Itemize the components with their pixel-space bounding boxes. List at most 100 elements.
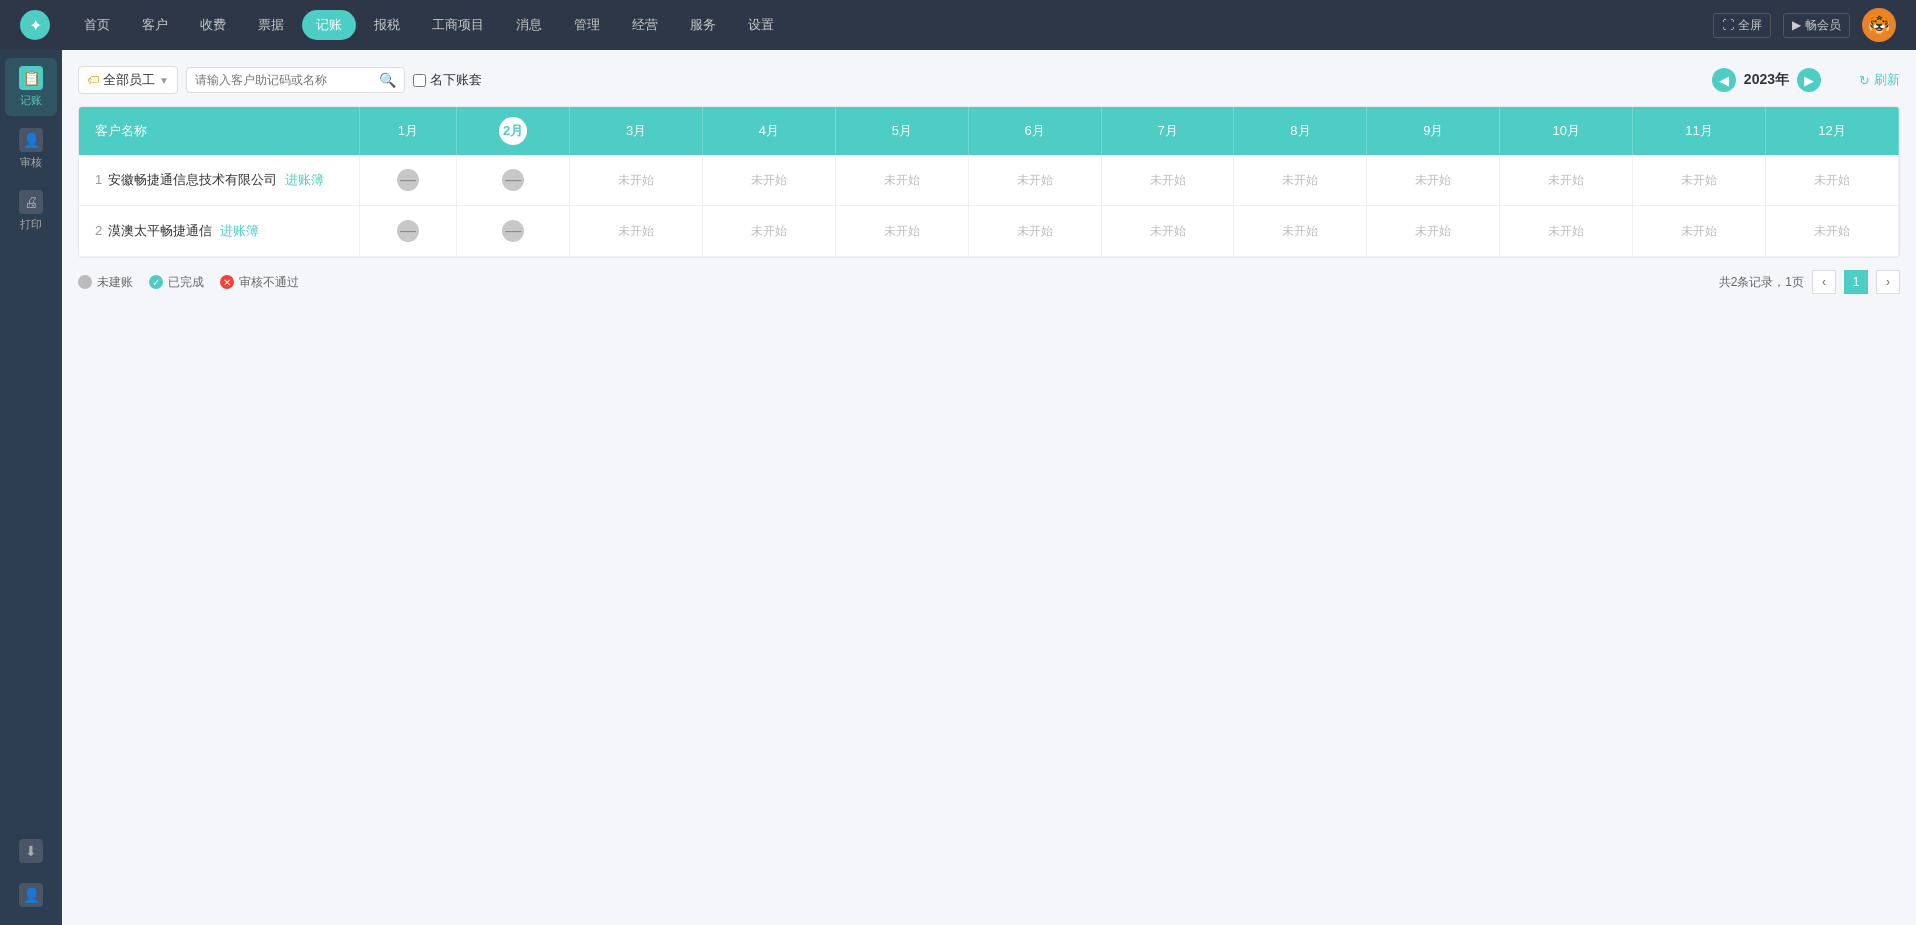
month-dot-icon: — (397, 220, 419, 242)
search-input[interactable] (195, 73, 375, 87)
nav-service[interactable]: 服务 (676, 10, 730, 40)
customer-cell: 2漠澳太平畅捷通信进账簿 (79, 206, 359, 257)
rejected-dot: ✕ (220, 275, 234, 289)
table-scroll[interactable]: 客户名称 1月 2月 3月 4月 5月 6月 7月 8月 9月 (79, 107, 1899, 257)
month-cell-12: 未开始 (1765, 206, 1898, 257)
member-button[interactable]: ▶ 畅会员 (1783, 13, 1850, 38)
refresh-button[interactable]: ↻ 刷新 (1859, 71, 1900, 89)
fullscreen-button[interactable]: ⛶ 全屏 (1713, 13, 1771, 38)
col-customer: 客户名称 (79, 107, 359, 155)
nav-home[interactable]: 首页 (70, 10, 124, 40)
month-cell-5: 未开始 (835, 206, 968, 257)
month-cell-9: 未开始 (1367, 206, 1500, 257)
left-sidebar: 📋 记账 👤 审核 🖨 打印 ⬇ 👤 (0, 50, 62, 925)
search-button[interactable]: 🔍 (379, 72, 396, 88)
data-table-container: 客户名称 1月 2月 3月 4月 5月 6月 7月 8月 9月 (78, 106, 1900, 258)
status-rejected: ✕ 审核不通过 (220, 274, 299, 291)
month-cell-11: 未开始 (1633, 155, 1766, 206)
sidebar-item-accounting[interactable]: 📋 记账 (5, 58, 57, 116)
not-started-text: 未开始 (618, 173, 654, 187)
nav-manage[interactable]: 管理 (560, 10, 614, 40)
top-navigation: ✦ 首页 客户 收费 票据 记账 报税 工商项目 消息 管理 经营 服务 设置 … (0, 0, 1916, 50)
row-number: 2 (95, 223, 102, 238)
page-1-button[interactable]: 1 (1844, 270, 1868, 294)
month-cell-3: 未开始 (570, 155, 703, 206)
sidebar-item-audit[interactable]: 👤 审核 (5, 120, 57, 178)
nav-billing[interactable]: 收费 (186, 10, 240, 40)
not-started-text: 未开始 (1681, 224, 1717, 238)
tag-icon: 🏷 (87, 73, 99, 87)
table-row: 1安徽畅捷通信息技术有限公司进账簿 — — 未开始 未开始 未开始 未开始 未开始 未开始 未开始… (79, 155, 1899, 206)
employee-select[interactable]: 🏷 全部员工 ▼ (78, 66, 178, 94)
header-row: 客户名称 1月 2月 3月 4月 5月 6月 7月 8月 9月 (79, 107, 1899, 155)
app-logo: ✦ (10, 10, 60, 40)
nav-messages[interactable]: 消息 (502, 10, 556, 40)
play-icon: ▶ (1792, 18, 1801, 32)
download-icon: ⬇ (19, 839, 43, 863)
employee-select-label: 全部员工 (103, 71, 155, 89)
not-created-label: 未建账 (97, 274, 133, 291)
refresh-label: 刷新 (1874, 71, 1900, 89)
prev-year-button[interactable]: ◀ (1712, 68, 1736, 92)
not-started-text: 未开始 (1548, 173, 1584, 187)
month-cell-10: 未开始 (1500, 155, 1633, 206)
customer-cell: 1安徽畅捷通信息技术有限公司进账簿 (79, 155, 359, 206)
month-cell-8: 未开始 (1234, 155, 1367, 206)
next-year-button[interactable]: ▶ (1797, 68, 1821, 92)
fullscreen-label: 全屏 (1738, 17, 1762, 34)
nav-accounting[interactable]: 记账 (302, 10, 356, 40)
nav-right: ⛶ 全屏 ▶ 畅会员 🐯 (1713, 8, 1896, 42)
col-m10: 10月 (1500, 107, 1633, 155)
nav-operation[interactable]: 经营 (618, 10, 672, 40)
user-avatar[interactable]: 🐯 (1862, 8, 1896, 42)
col-m4: 4月 (702, 107, 835, 155)
month-dot-icon: — (502, 169, 524, 191)
sidebar-label-audit: 审核 (20, 155, 42, 170)
nav-customer[interactable]: 客户 (128, 10, 182, 40)
month-cell-1: — (359, 206, 457, 257)
prev-page-button[interactable]: ‹ (1812, 270, 1836, 294)
nav-business[interactable]: 工商项目 (418, 10, 498, 40)
sidebar-item-user[interactable]: 👤 (5, 875, 57, 915)
month-cell-10: 未开始 (1500, 206, 1633, 257)
nav-settings[interactable]: 设置 (734, 10, 788, 40)
app-layout: 📋 记账 👤 审核 🖨 打印 ⬇ 👤 🏷 全部员工 ▼ (0, 50, 1916, 925)
col-m8: 8月 (1234, 107, 1367, 155)
enter-ledger-link[interactable]: 进账簿 (220, 223, 259, 238)
sidebar-item-download[interactable]: ⬇ (5, 831, 57, 871)
next-page-button[interactable]: › (1876, 270, 1900, 294)
not-started-text: 未开始 (1282, 173, 1318, 187)
my-accounts-label: 名下账套 (430, 71, 482, 89)
sidebar-bottom: ⬇ 👤 (5, 831, 57, 915)
col-m3: 3月 (570, 107, 703, 155)
nav-invoices[interactable]: 票据 (244, 10, 298, 40)
col-m7: 7月 (1101, 107, 1234, 155)
not-started-text: 未开始 (1814, 224, 1850, 238)
col-m11: 11月 (1633, 107, 1766, 155)
not-started-text: 未开始 (1415, 224, 1451, 238)
col-m5: 5月 (835, 107, 968, 155)
nav-menu: 首页 客户 收费 票据 记账 报税 工商项目 消息 管理 经营 服务 设置 (70, 10, 1713, 40)
not-started-text: 未开始 (1814, 173, 1850, 187)
audit-icon: 👤 (19, 128, 43, 152)
not-started-text: 未开始 (751, 224, 787, 238)
sidebar-label-accounting: 记账 (20, 93, 42, 108)
member-label: 畅会员 (1805, 17, 1841, 34)
month-dot-icon: — (397, 169, 419, 191)
not-started-text: 未开始 (751, 173, 787, 187)
month-cell-6: 未开始 (968, 206, 1101, 257)
month-cell-8: 未开始 (1234, 206, 1367, 257)
not-started-text: 未开始 (884, 173, 920, 187)
sidebar-item-print[interactable]: 🖨 打印 (5, 182, 57, 240)
col-m6: 6月 (968, 107, 1101, 155)
month-cell-7: 未开始 (1101, 206, 1234, 257)
not-started-text: 未开始 (1282, 224, 1318, 238)
month-cell-11: 未开始 (1633, 206, 1766, 257)
enter-ledger-link[interactable]: 进账簿 (285, 172, 324, 187)
pagination: 共2条记录，1页 ‹ 1 › (1719, 270, 1900, 294)
not-started-text: 未开始 (884, 224, 920, 238)
search-input-wrap: 🔍 (186, 67, 405, 93)
nav-tax[interactable]: 报税 (360, 10, 414, 40)
my-accounts-checkbox[interactable] (413, 74, 426, 87)
not-started-text: 未开始 (1415, 173, 1451, 187)
